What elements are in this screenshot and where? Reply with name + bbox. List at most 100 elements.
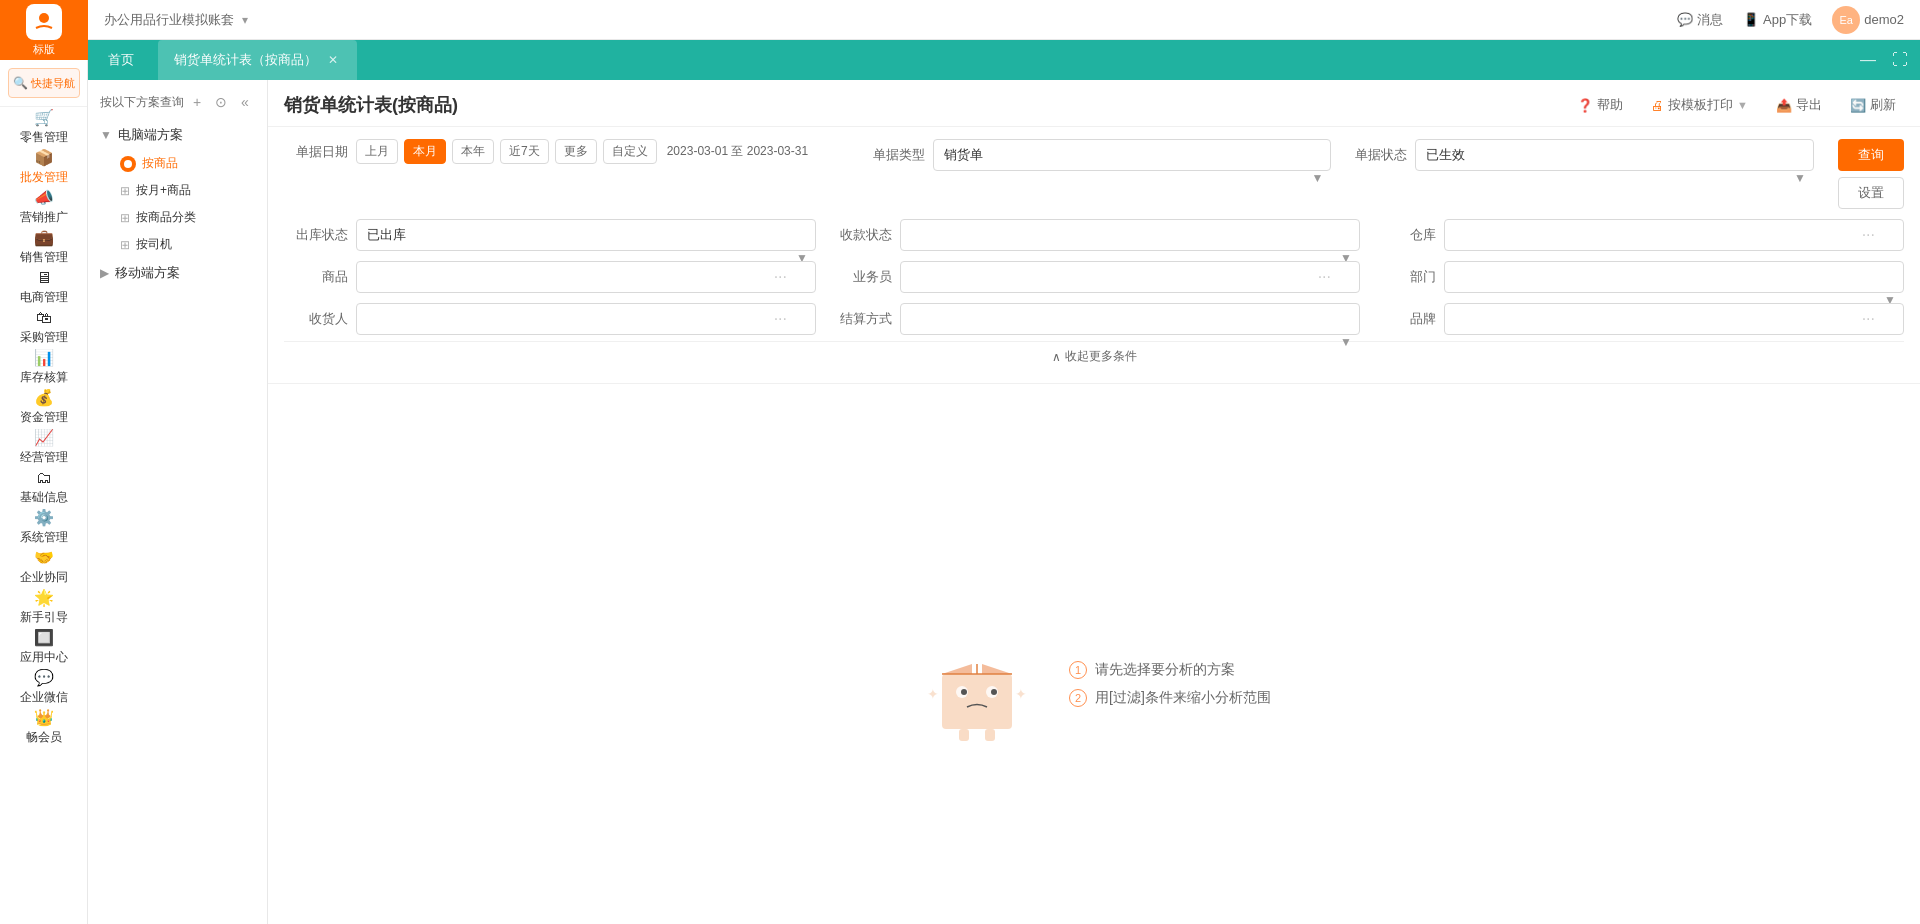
app-logo: 标版 [0, 0, 88, 60]
export-button[interactable]: 📤 导出 [1768, 92, 1830, 118]
scheme-settings-button[interactable]: ⊙ [211, 92, 231, 112]
tab-minimize-button[interactable]: — [1856, 48, 1880, 72]
brand-dots: ··· [1862, 310, 1875, 328]
scheme-header-actions: + ⊙ « [187, 92, 255, 112]
salesperson-input[interactable]: ··· [900, 261, 1360, 293]
wholesale-icon: 📦 [34, 148, 54, 167]
tab-home[interactable]: 首页 [88, 40, 154, 80]
export-icon: 📤 [1776, 98, 1792, 113]
sidebar-item-basic[interactable]: 🗂 基础信息 [0, 467, 87, 507]
sidebar-item-enterprise[interactable]: 🤝 企业协同 [0, 547, 87, 587]
doc-type-select-wrapper: 销货单 ▼ [933, 139, 1332, 171]
search-menu-button[interactable]: 🔍 快捷导航 [8, 68, 80, 98]
avatar: Ea [1832, 6, 1860, 34]
salesperson-label: 业务员 [828, 268, 900, 286]
tab-label: 销货单统计表（按商品） [174, 51, 317, 69]
sidebar-item-inventory[interactable]: 📊 库存核算 [0, 347, 87, 387]
finance-icon: 💰 [34, 388, 54, 407]
tree-by-month-product[interactable]: ⊞ 按月+商品 [112, 177, 267, 204]
sidebar-item-purchase[interactable]: 🛍 采购管理 [0, 307, 87, 347]
message-label: 消息 [1697, 11, 1723, 29]
dept-wrapper: ▼ [1444, 261, 1904, 293]
tab-sales-stats[interactable]: 销货单统计表（按商品） ✕ [158, 40, 357, 80]
topbar: 办公用品行业模拟账套 ▾ 💬 消息 📱 App下载 Ea demo2 [88, 0, 1920, 40]
payment-select[interactable] [900, 303, 1360, 335]
date-range-display: 2023-03-01 至 2023-03-31 [667, 143, 808, 160]
print-button[interactable]: 🖨 按模板打印 ▼ [1643, 92, 1756, 118]
sidebar-item-marketing[interactable]: 📣 营销推广 [0, 187, 87, 227]
collect-status-select[interactable] [900, 219, 1360, 251]
doc-type-arrow-icon: ▼ [1311, 171, 1323, 185]
svg-point-7 [961, 689, 967, 695]
sidebar-item-sales[interactable]: 💼 销售管理 [0, 227, 87, 267]
sidebar-item-ecommerce[interactable]: 🖥 电商管理 [0, 267, 87, 307]
sidebar-item-label: 资金管理 [20, 409, 68, 426]
payment-wrapper: ▼ [900, 303, 1360, 335]
sidebar-item-retail[interactable]: 🛒 零售管理 [0, 107, 87, 147]
query-button[interactable]: 查询 [1838, 139, 1904, 171]
tree-mobile-item[interactable]: ▶ 移动端方案 [88, 258, 267, 288]
collapse-filter-button[interactable]: ∧ 收起更多条件 [284, 341, 1904, 371]
tree-desktop-item[interactable]: ▼ 电脑端方案 [88, 120, 267, 150]
dept-select[interactable] [1444, 261, 1904, 293]
sidebar-item-newbie[interactable]: 🌟 新手引导 [0, 587, 87, 627]
message-btn[interactable]: 💬 消息 [1677, 11, 1723, 29]
tree-product-icon [120, 156, 136, 172]
tree-by-product[interactable]: 按商品 [112, 150, 267, 177]
tree-month-label: 按月+商品 [136, 182, 191, 199]
tab-close-button[interactable]: ✕ [325, 52, 341, 68]
svg-point-0 [39, 13, 49, 23]
appcenter-icon: 🔲 [34, 628, 54, 647]
sidebar-item-label: 库存核算 [20, 369, 68, 386]
receiver-input[interactable]: ··· [356, 303, 816, 335]
empty-tip-2-text: 用[过滤]条件来缩小分析范围 [1095, 689, 1271, 707]
sidebar-item-label: 电商管理 [20, 289, 68, 306]
sidebar-item-ops[interactable]: 📈 经营管理 [0, 427, 87, 467]
scheme-add-button[interactable]: + [187, 92, 207, 112]
collapse-label: 收起更多条件 [1065, 348, 1137, 365]
date-tab-last-month[interactable]: 上月 [356, 139, 398, 164]
product-dots: ··· [774, 268, 787, 286]
sidebar-item-label: 批发管理 [20, 169, 68, 186]
help-button[interactable]: ❓ 帮助 [1569, 92, 1631, 118]
sidebar-item-finance[interactable]: 💰 资金管理 [0, 387, 87, 427]
content: 按以下方案查询 + ⊙ « ▼ 电脑端方案 按商品 [88, 80, 1920, 924]
sidebar-item-label: 采购管理 [20, 329, 68, 346]
reset-button[interactable]: 设置 [1838, 177, 1904, 209]
tree-month-icon: ⊞ [120, 184, 130, 198]
receiver-dots: ··· [774, 310, 787, 328]
sidebar-item-corp-wechat[interactable]: 💬 企业微信 [0, 667, 87, 707]
warehouse-input[interactable]: ··· [1444, 219, 1904, 251]
date-tab-custom[interactable]: 自定义 [603, 139, 657, 164]
sidebar-item-label: 企业微信 [20, 689, 68, 706]
brand-input[interactable]: ··· [1444, 303, 1904, 335]
sidebar-item-system[interactable]: ⚙️ 系统管理 [0, 507, 87, 547]
tab-maximize-button[interactable]: ⛶ [1888, 48, 1912, 72]
date-tab-this-month[interactable]: 本月 [404, 139, 446, 164]
topbar-dropdown[interactable]: ▾ [242, 13, 248, 27]
doc-status-select[interactable]: 已生效 [1415, 139, 1814, 171]
tree-by-category[interactable]: ⊞ 按商品分类 [112, 204, 267, 231]
product-input[interactable]: ··· [356, 261, 816, 293]
sidebar-item-member[interactable]: 👑 畅会员 [0, 707, 87, 747]
doc-status-arrow-icon: ▼ [1794, 171, 1806, 185]
refresh-button[interactable]: 🔄 刷新 [1842, 92, 1904, 118]
date-tab-7days[interactable]: 近7天 [500, 139, 549, 164]
export-label: 导出 [1796, 96, 1822, 114]
basic-icon: 🗂 [36, 469, 52, 487]
tree-by-driver[interactable]: ⊞ 按司机 [112, 231, 267, 258]
out-status-wrapper: 已出库 ▼ [356, 219, 816, 251]
warehouse-label: 仓库 [1372, 226, 1444, 244]
sidebar-item-wholesale[interactable]: 📦 批发管理 [0, 147, 87, 187]
scheme-collapse-button[interactable]: « [235, 92, 255, 112]
out-status-select[interactable]: 已出库 [356, 219, 816, 251]
page-title: 销货单统计表(按商品) [284, 93, 458, 117]
date-tab-this-year[interactable]: 本年 [452, 139, 494, 164]
sidebar-item-appcenter[interactable]: 🔲 应用中心 [0, 627, 87, 667]
username: demo2 [1864, 12, 1904, 27]
user-avatar-area[interactable]: Ea demo2 [1832, 6, 1904, 34]
help-label: 帮助 [1597, 96, 1623, 114]
doc-type-select[interactable]: 销货单 [933, 139, 1332, 171]
app-download-btn[interactable]: 📱 App下载 [1743, 11, 1812, 29]
date-tab-more[interactable]: 更多 [555, 139, 597, 164]
